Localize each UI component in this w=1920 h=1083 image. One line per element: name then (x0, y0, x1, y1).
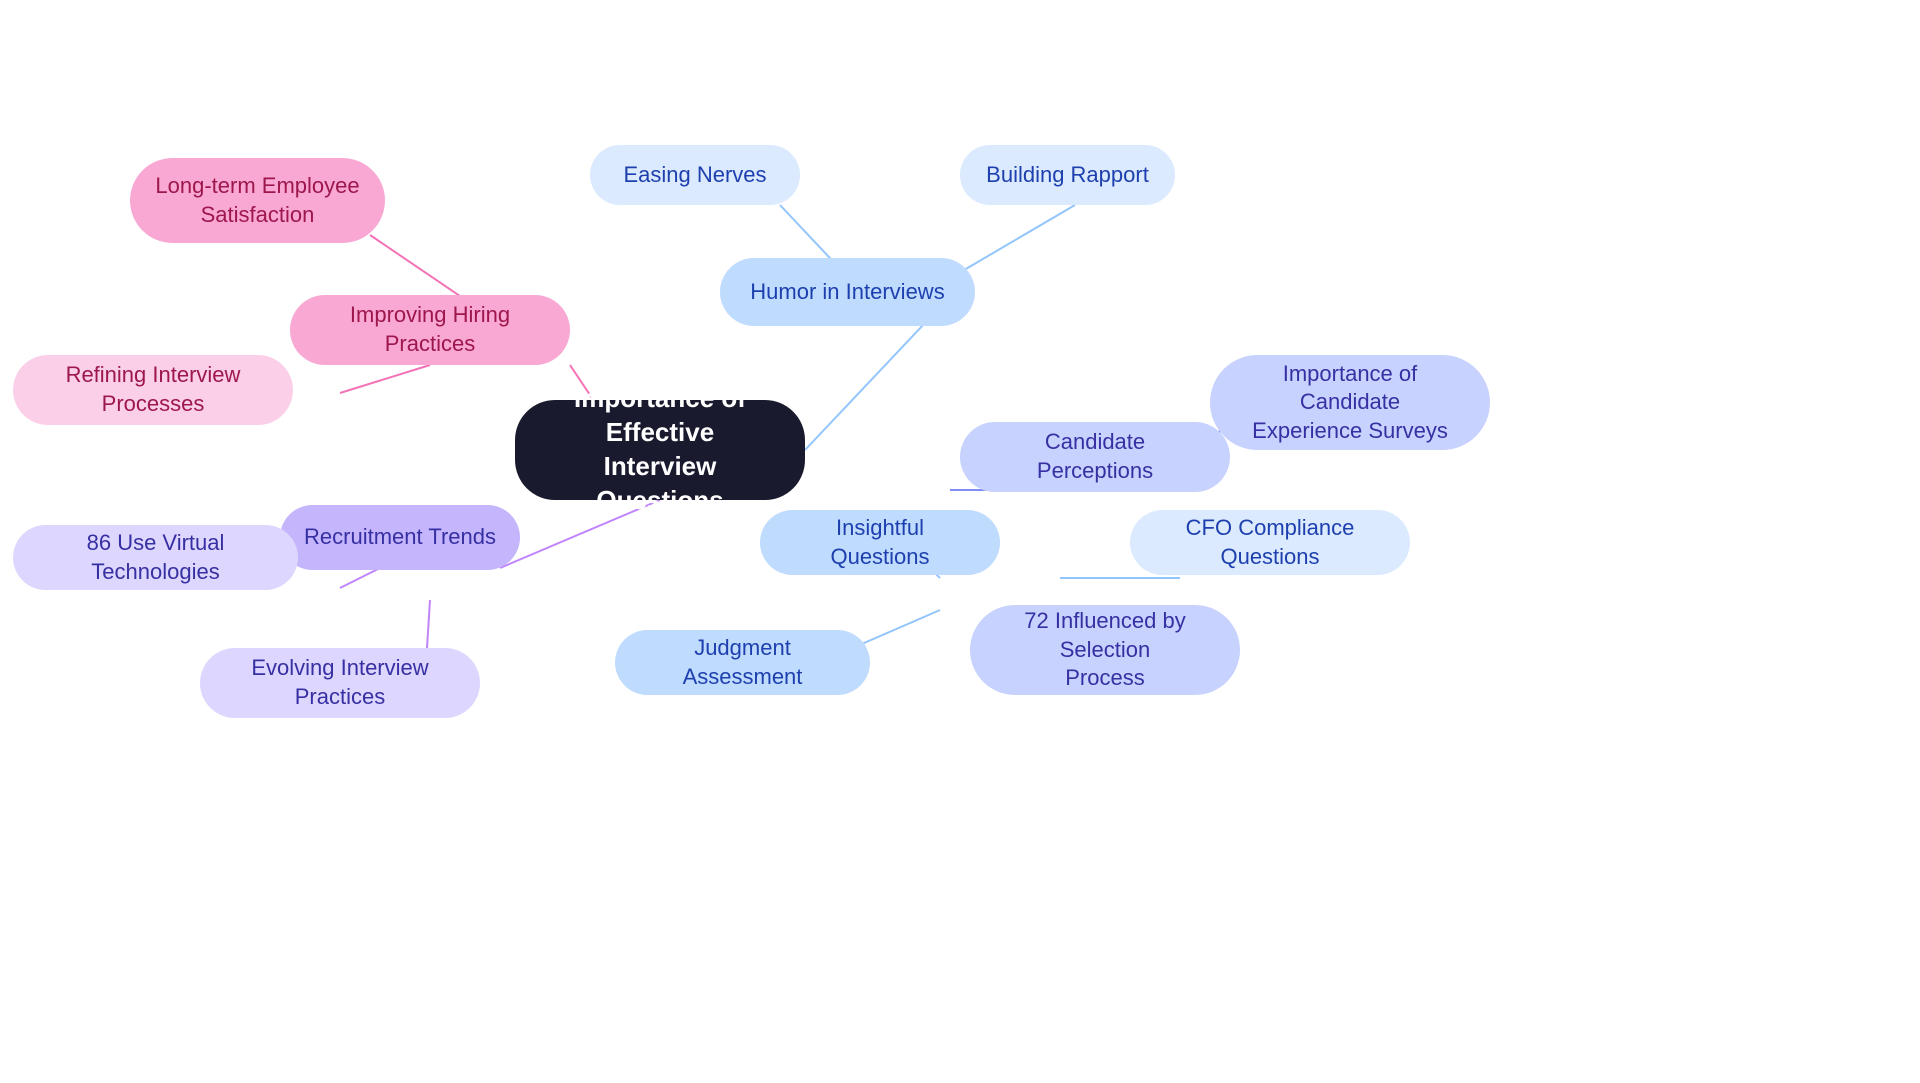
influenced-node: 72 Influenced by Selection Process (970, 605, 1240, 695)
easing-nerves-label: Easing Nerves (623, 161, 766, 190)
candidate-perceptions-label: Candidate Perceptions (984, 428, 1206, 485)
building-rapport-label: Building Rapport (986, 161, 1149, 190)
center-label: Importance of Effective Interview Questi… (539, 382, 781, 517)
virtual-tech-label: 86 Use Virtual Technologies (37, 529, 274, 586)
cfo-compliance-label: CFO Compliance Questions (1154, 514, 1386, 571)
building-rapport-node: Building Rapport (960, 145, 1175, 205)
recruitment-trends-label: Recruitment Trends (304, 523, 496, 552)
insightful-node: Insightful Questions (760, 510, 1000, 575)
influenced-label: 72 Influenced by Selection Process (994, 607, 1216, 693)
evolving-node: Evolving Interview Practices (200, 648, 480, 718)
refining-label: Refining Interview Processes (37, 361, 269, 418)
refining-node: Refining Interview Processes (13, 355, 293, 425)
easing-nerves-node: Easing Nerves (590, 145, 800, 205)
recruitment-trends-node: Recruitment Trends (280, 505, 520, 570)
long-term-label: Long-term Employee Satisfaction (155, 172, 359, 229)
insightful-label: Insightful Questions (784, 514, 976, 571)
importance-surveys-node: Importance of Candidate Experience Surve… (1210, 355, 1490, 450)
humor-node: Humor in Interviews (720, 258, 975, 326)
evolving-label: Evolving Interview Practices (224, 654, 456, 711)
cfo-compliance-node: CFO Compliance Questions (1130, 510, 1410, 575)
virtual-tech-node: 86 Use Virtual Technologies (13, 525, 298, 590)
improving-hiring-label: Improving Hiring Practices (314, 301, 546, 358)
candidate-perceptions-node: Candidate Perceptions (960, 422, 1230, 492)
humor-label: Humor in Interviews (750, 278, 944, 307)
improving-hiring-node: Improving Hiring Practices (290, 295, 570, 365)
judgment-node: Judgment Assessment (615, 630, 870, 695)
judgment-label: Judgment Assessment (639, 634, 846, 691)
importance-surveys-label: Importance of Candidate Experience Surve… (1234, 360, 1466, 446)
center-node: Importance of Effective Interview Questi… (515, 400, 805, 500)
long-term-node: Long-term Employee Satisfaction (130, 158, 385, 243)
